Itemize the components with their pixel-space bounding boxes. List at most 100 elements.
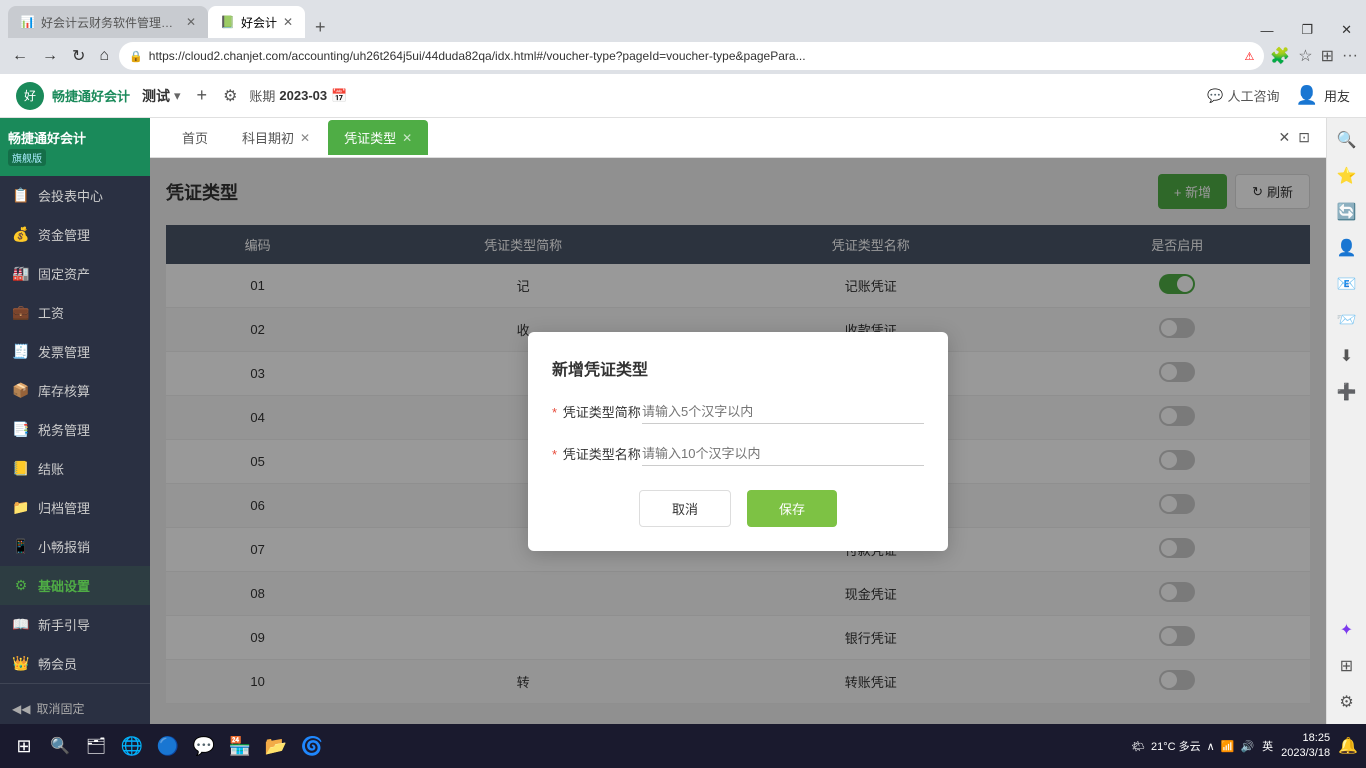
sidebar-item-touzi[interactable]: 📋 会投表中心: [0, 176, 150, 215]
gongzi-icon: 💼: [12, 304, 30, 321]
add-toolbar-button[interactable]: +: [193, 85, 212, 106]
new-tab-button[interactable]: +: [309, 17, 332, 38]
caret-icon[interactable]: ∧: [1207, 740, 1215, 753]
right-grid-icon[interactable]: ⊞: [1333, 652, 1361, 680]
sidebar-item-jiezhang[interactable]: 📒 结账: [0, 449, 150, 488]
wifi-icon: 📶: [1221, 740, 1235, 753]
modal-title: 新增凭证类型: [552, 356, 924, 380]
tab-voucher-close[interactable]: ✕: [402, 131, 412, 145]
sidebar-label-xiaopao: 小畅报销: [38, 537, 90, 556]
sidebar: 畅捷通好会计 旗舰版 📋 会投表中心 💰 资金管理 🏭 固定资产 💼 工资: [0, 118, 150, 724]
short-name-input[interactable]: [642, 400, 924, 424]
logo-text: 畅捷通好会计: [8, 128, 86, 147]
taskview-button[interactable]: 🗂: [80, 730, 112, 762]
sidebar-item-guidang[interactable]: 📁 归档管理: [0, 488, 150, 527]
maximize-button[interactable]: ❐: [1295, 22, 1319, 38]
user-info[interactable]: 👤 用友: [1296, 85, 1350, 106]
sidebar-bottom: ◀◀ 取消固定: [0, 683, 150, 724]
favorites-button[interactable]: ☆: [1298, 46, 1312, 66]
browser-tab-2[interactable]: 📗 好会计 ✕: [208, 6, 305, 38]
chrome-taskbar[interactable]: 🔵: [152, 730, 184, 762]
url-bar[interactable]: 🔒 https://cloud2.chanjet.com/accounting/…: [119, 42, 1264, 70]
calendar-icon[interactable]: 📅: [331, 88, 347, 104]
required-asterisk-2: *: [552, 447, 557, 462]
consult-button[interactable]: 💬 人工咨询: [1207, 86, 1279, 105]
tab-subject-close[interactable]: ✕: [300, 131, 310, 145]
tab-expand-button[interactable]: ⊡: [1298, 129, 1310, 146]
close-button[interactable]: ✕: [1335, 22, 1358, 38]
sidebar-item-kucun[interactable]: 📦 库存核算: [0, 371, 150, 410]
sidebar-item-xiaopao[interactable]: 📱 小畅报销: [0, 527, 150, 566]
company-selector[interactable]: 测试 ▾: [142, 86, 181, 106]
cancel-button[interactable]: 取消: [639, 490, 731, 527]
notification-icon[interactable]: 🔔: [1338, 736, 1358, 756]
right-search-icon[interactable]: 🔍: [1333, 126, 1361, 154]
tab-home-label: 首页: [182, 128, 208, 147]
reload-button[interactable]: ↻: [68, 46, 89, 66]
user-name: 用友: [1324, 86, 1350, 105]
form-group-full-name: * 凭证类型名称: [552, 442, 924, 466]
tab-home[interactable]: 首页: [166, 120, 224, 155]
tab1-close[interactable]: ✕: [186, 15, 196, 29]
right-settings-icon[interactable]: ⚙: [1333, 688, 1361, 716]
sidebar-item-huiyuan[interactable]: 👑 畅会员: [0, 644, 150, 683]
back-button[interactable]: ←: [8, 47, 32, 65]
edge-taskbar[interactable]: 🌐: [116, 730, 148, 762]
explorer-taskbar[interactable]: 📂: [260, 730, 292, 762]
app-logo-icon: 好: [16, 82, 44, 110]
extensions-button[interactable]: 🧩: [1270, 46, 1290, 66]
minimize-button[interactable]: —: [1254, 23, 1279, 38]
tab1-favicon: 📊: [20, 15, 35, 29]
sidebar-item-gongzi[interactable]: 💼 工资: [0, 293, 150, 332]
tab2-label: 好会计: [241, 14, 277, 31]
period-value: 2023-03: [279, 88, 327, 103]
page-content: 凭证类型 + 新增 ↻ 刷新 编码 凭证类型简称: [150, 158, 1326, 724]
right-refresh-icon[interactable]: 🔄: [1333, 198, 1361, 226]
short-name-label: * 凭证类型简称: [552, 402, 642, 421]
start-button[interactable]: ⊞: [8, 730, 40, 762]
sidebar-item-jichushezhi[interactable]: ⚙ 基础设置: [0, 566, 150, 605]
full-name-input[interactable]: [642, 442, 924, 466]
tab1-label: 好会计云财务软件管理系统_会计: [41, 14, 180, 31]
cancel-fixed-button[interactable]: ◀◀ 取消固定: [0, 692, 150, 724]
browser-tab-1[interactable]: 📊 好会计云财务软件管理系统_会计 ✕: [8, 6, 208, 38]
app-taskbar[interactable]: 🌀: [296, 730, 328, 762]
browser-more-button[interactable]: ···: [1342, 47, 1358, 65]
right-outlook-icon[interactable]: 📧: [1333, 270, 1361, 298]
consult-icon: 💬: [1207, 88, 1223, 104]
sidebar-item-zijin[interactable]: 💰 资金管理: [0, 215, 150, 254]
sidebar-item-guzhi[interactable]: 🏭 固定资产: [0, 254, 150, 293]
volume-icon: 🔊: [1240, 740, 1254, 753]
save-button[interactable]: 保存: [747, 490, 837, 527]
tab-window-controls: ✕ ⊡: [1279, 129, 1310, 146]
home-button[interactable]: ⌂: [95, 47, 113, 65]
modal-add-voucher-type: 新增凭证类型 * 凭证类型简称 * 凭证类型名称: [528, 332, 948, 551]
store-taskbar[interactable]: 🏪: [224, 730, 256, 762]
tab-voucher-type[interactable]: 凭证类型 ✕: [328, 120, 428, 155]
right-send-icon[interactable]: 📨: [1333, 306, 1361, 334]
tab-subject[interactable]: 科目期初 ✕: [226, 120, 326, 155]
wechat-taskbar[interactable]: 💬: [188, 730, 220, 762]
tab2-close[interactable]: ✕: [283, 15, 293, 29]
forward-button[interactable]: →: [38, 47, 62, 65]
sidebar-label-kucun: 库存核算: [38, 381, 90, 400]
tab-close-button[interactable]: ✕: [1279, 129, 1291, 146]
settings-toolbar-button[interactable]: ⚙: [223, 86, 237, 106]
sidebar-label-zijin: 资金管理: [38, 225, 90, 244]
right-ai-icon[interactable]: ✦: [1333, 616, 1361, 644]
clock: 18:25 2023/3/18: [1281, 731, 1330, 762]
company-dropdown-icon: ▾: [174, 88, 181, 104]
period-info: 账期 2023-03 📅: [249, 86, 347, 105]
right-plus-icon[interactable]: ➕: [1333, 378, 1361, 406]
collections-button[interactable]: ⊞: [1321, 46, 1334, 66]
sidebar-item-fapiao[interactable]: 🧾 发票管理: [0, 332, 150, 371]
sidebar-item-xinshou[interactable]: 📖 新手引导: [0, 605, 150, 644]
taskbar: ⊞ 🔍 🗂 🌐 🔵 💬 🏪 📂 🌀 🌤 21°C 多云 ∧ 📶 🔊 英 18:2…: [0, 724, 1366, 768]
right-sidebar: 🔍 ⭐ 🔄 👤 📧 📨 ⬇ ➕ ✦ ⊞ ⚙: [1326, 118, 1366, 724]
right-star-icon[interactable]: ⭐: [1333, 162, 1361, 190]
right-download-icon[interactable]: ⬇: [1333, 342, 1361, 370]
sidebar-item-shuiwu[interactable]: 📑 税务管理: [0, 410, 150, 449]
xiaopao-icon: 📱: [12, 538, 30, 555]
right-person-icon[interactable]: 👤: [1333, 234, 1361, 262]
search-taskbar-button[interactable]: 🔍: [44, 730, 76, 762]
